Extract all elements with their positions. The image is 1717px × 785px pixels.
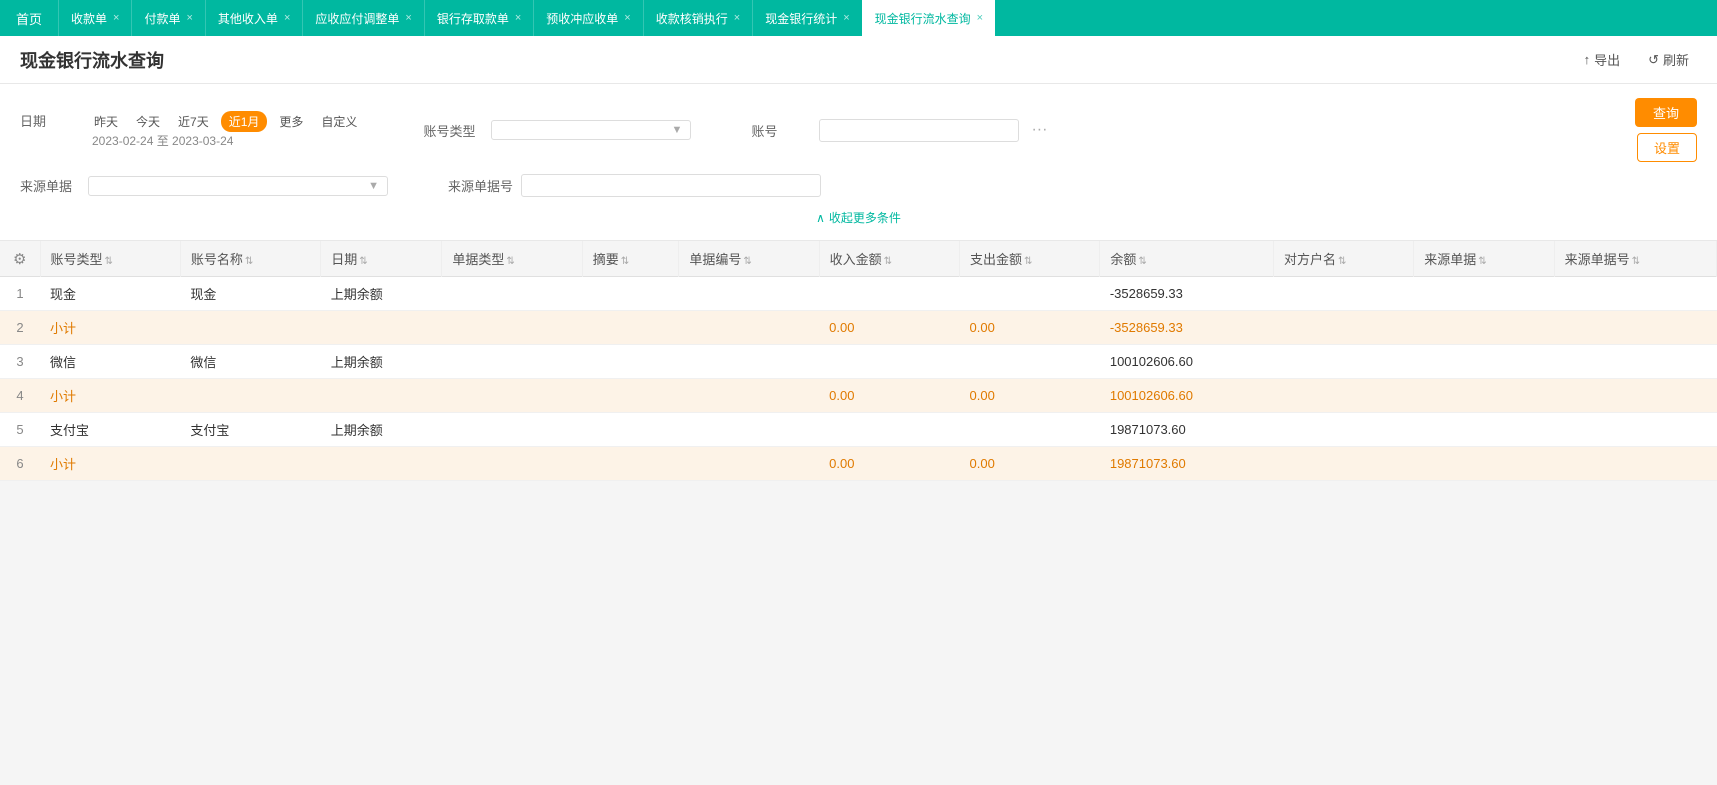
close-icon[interactable]: ×: [515, 12, 521, 24]
source-doc-no-input[interactable]: [521, 174, 821, 197]
close-icon[interactable]: ×: [186, 12, 192, 24]
col-summary[interactable]: 摘要⇅: [582, 241, 679, 277]
nav-tab-receipt[interactable]: 收款单 ×: [58, 0, 131, 36]
col-expense[interactable]: 支出金额⇅: [960, 241, 1100, 277]
collapse-button[interactable]: ∧ 收起更多条件: [20, 209, 1697, 226]
col-balance[interactable]: 余额⇅: [1100, 241, 1274, 277]
date-btn-7days[interactable]: 近7天: [172, 111, 215, 132]
filter-row-1: 日期 昨天 今天 近7天 近1月 更多 自定义 2023-02-24 至 202…: [20, 98, 1697, 162]
sort-icon: ⇅: [1478, 256, 1486, 267]
close-icon[interactable]: ×: [734, 12, 740, 24]
close-icon[interactable]: ×: [113, 12, 119, 24]
export-icon: ↑: [1584, 52, 1591, 67]
sort-icon: ⇅: [1024, 256, 1032, 267]
close-icon[interactable]: ×: [405, 12, 411, 24]
export-button[interactable]: ↑ 导出: [1576, 46, 1629, 73]
table-row: 1现金现金上期余额-3528659.33: [0, 277, 1717, 311]
account-type-select[interactable]: ▼: [491, 120, 691, 140]
query-button[interactable]: 查询: [1635, 98, 1697, 127]
chevron-up-icon: ∧: [816, 211, 825, 225]
table-row: 3微信微信上期余额100102606.60: [0, 345, 1717, 379]
table-row: 4小计0.000.00100102606.60: [0, 379, 1717, 413]
date-btn-1month[interactable]: 近1月: [221, 111, 268, 132]
sort-icon: ⇅: [506, 256, 514, 267]
date-btn-more[interactable]: 更多: [273, 111, 309, 132]
nav-tab-bank-deposit[interactable]: 银行存取款单 ×: [424, 0, 533, 36]
col-doc-type[interactable]: 单据类型⇅: [442, 241, 582, 277]
chevron-down-icon: ▼: [368, 180, 379, 192]
table-row: 2小计0.000.00-3528659.33: [0, 311, 1717, 345]
col-settings[interactable]: ⚙: [0, 241, 40, 277]
sort-icon: ⇅: [1632, 256, 1640, 267]
account-input[interactable]: [819, 119, 1019, 142]
account-label: 账号: [751, 121, 811, 140]
date-btn-yesterday[interactable]: 昨天: [88, 111, 124, 132]
sort-icon: ⇅: [621, 256, 629, 267]
date-btn-custom[interactable]: 自定义: [315, 111, 363, 132]
source-doc-label: 来源单据: [20, 176, 80, 195]
filter-row-2: 来源单据 ▼ 来源单据号: [20, 174, 1697, 197]
col-account-type[interactable]: 账号类型⇅: [40, 241, 180, 277]
page-header: 现金银行流水查询 ↑ 导出 ↺ 刷新: [0, 36, 1717, 84]
col-source-doc[interactable]: 来源单据⇅: [1414, 241, 1554, 277]
table-container: ⚙ 账号类型⇅ 账号名称⇅ 日期⇅ 单据类型⇅ 摘要⇅ 单据编号: [0, 241, 1717, 481]
sort-icon: ⇅: [359, 256, 367, 267]
chevron-down-icon: ▼: [672, 124, 683, 136]
cashflow-table: ⚙ 账号类型⇅ 账号名称⇅ 日期⇅ 单据类型⇅ 摘要⇅ 单据编号: [0, 241, 1717, 481]
nav-tab-cashflow[interactable]: 现金银行流水查询 ×: [862, 0, 995, 36]
col-account-name[interactable]: 账号名称⇅: [180, 241, 320, 277]
close-icon[interactable]: ×: [843, 12, 849, 24]
nav-home[interactable]: 首页: [0, 0, 58, 36]
page-title: 现金银行流水查询: [20, 47, 164, 73]
date-btn-today[interactable]: 今天: [130, 111, 166, 132]
gear-icon[interactable]: ⚙: [13, 251, 26, 268]
col-doc-no[interactable]: 单据编号⇅: [679, 241, 819, 277]
nav-tab-other-income[interactable]: 其他收入单 ×: [205, 0, 302, 36]
source-doc-select[interactable]: ▼: [88, 176, 388, 196]
date-range-display: 2023-02-24 至 2023-03-24: [92, 132, 363, 149]
table-header-row: ⚙ 账号类型⇅ 账号名称⇅ 日期⇅ 单据类型⇅ 摘要⇅ 单据编号: [0, 241, 1717, 277]
close-icon[interactable]: ×: [284, 12, 290, 24]
nav-tab-prepay-offset[interactable]: 预收冲应收单 ×: [533, 0, 642, 36]
more-options-icon[interactable]: ···: [1031, 121, 1047, 139]
sort-icon: ⇅: [1338, 256, 1346, 267]
nav-tab-statistics[interactable]: 现金银行统计 ×: [752, 0, 861, 36]
sort-icon: ⇅: [245, 256, 253, 267]
refresh-button[interactable]: ↺ 刷新: [1640, 46, 1697, 73]
col-counter-party[interactable]: 对方户名⇅: [1273, 241, 1413, 277]
date-options: 昨天 今天 近7天 近1月 更多 自定义: [88, 111, 363, 132]
header-actions: ↑ 导出 ↺ 刷新: [1576, 46, 1697, 73]
date-filter-label: 日期: [20, 111, 80, 130]
table-row: 5支付宝支付宝上期余额19871073.60: [0, 413, 1717, 447]
sort-icon: ⇅: [884, 256, 892, 267]
col-source-doc-no[interactable]: 来源单据号⇅: [1554, 241, 1716, 277]
close-icon[interactable]: ×: [977, 12, 983, 24]
nav-tab-adjustment[interactable]: 应收应付调整单 ×: [302, 0, 423, 36]
sort-icon: ⇅: [743, 256, 751, 267]
source-doc-no-label: 来源单据号: [448, 176, 513, 195]
table-row: 6小计0.000.0019871073.60: [0, 447, 1717, 481]
nav-tab-verification[interactable]: 收款核销执行 ×: [643, 0, 752, 36]
top-navigation: 首页 收款单 × 付款单 × 其他收入单 × 应收应付调整单 × 银行存取款单 …: [0, 0, 1717, 36]
settings-button[interactable]: 设置: [1637, 133, 1697, 162]
filter-area: 日期 昨天 今天 近7天 近1月 更多 自定义 2023-02-24 至 202…: [0, 84, 1717, 241]
filter-actions: 查询 设置: [1635, 98, 1697, 162]
close-icon[interactable]: ×: [624, 12, 630, 24]
account-type-label: 账号类型: [423, 121, 483, 140]
nav-tab-payment[interactable]: 付款单 ×: [131, 0, 204, 36]
sort-icon: ⇅: [105, 256, 113, 267]
sort-icon: ⇅: [1138, 256, 1146, 267]
refresh-icon: ↺: [1648, 52, 1659, 68]
col-income[interactable]: 收入金额⇅: [819, 241, 959, 277]
col-date[interactable]: 日期⇅: [321, 241, 442, 277]
